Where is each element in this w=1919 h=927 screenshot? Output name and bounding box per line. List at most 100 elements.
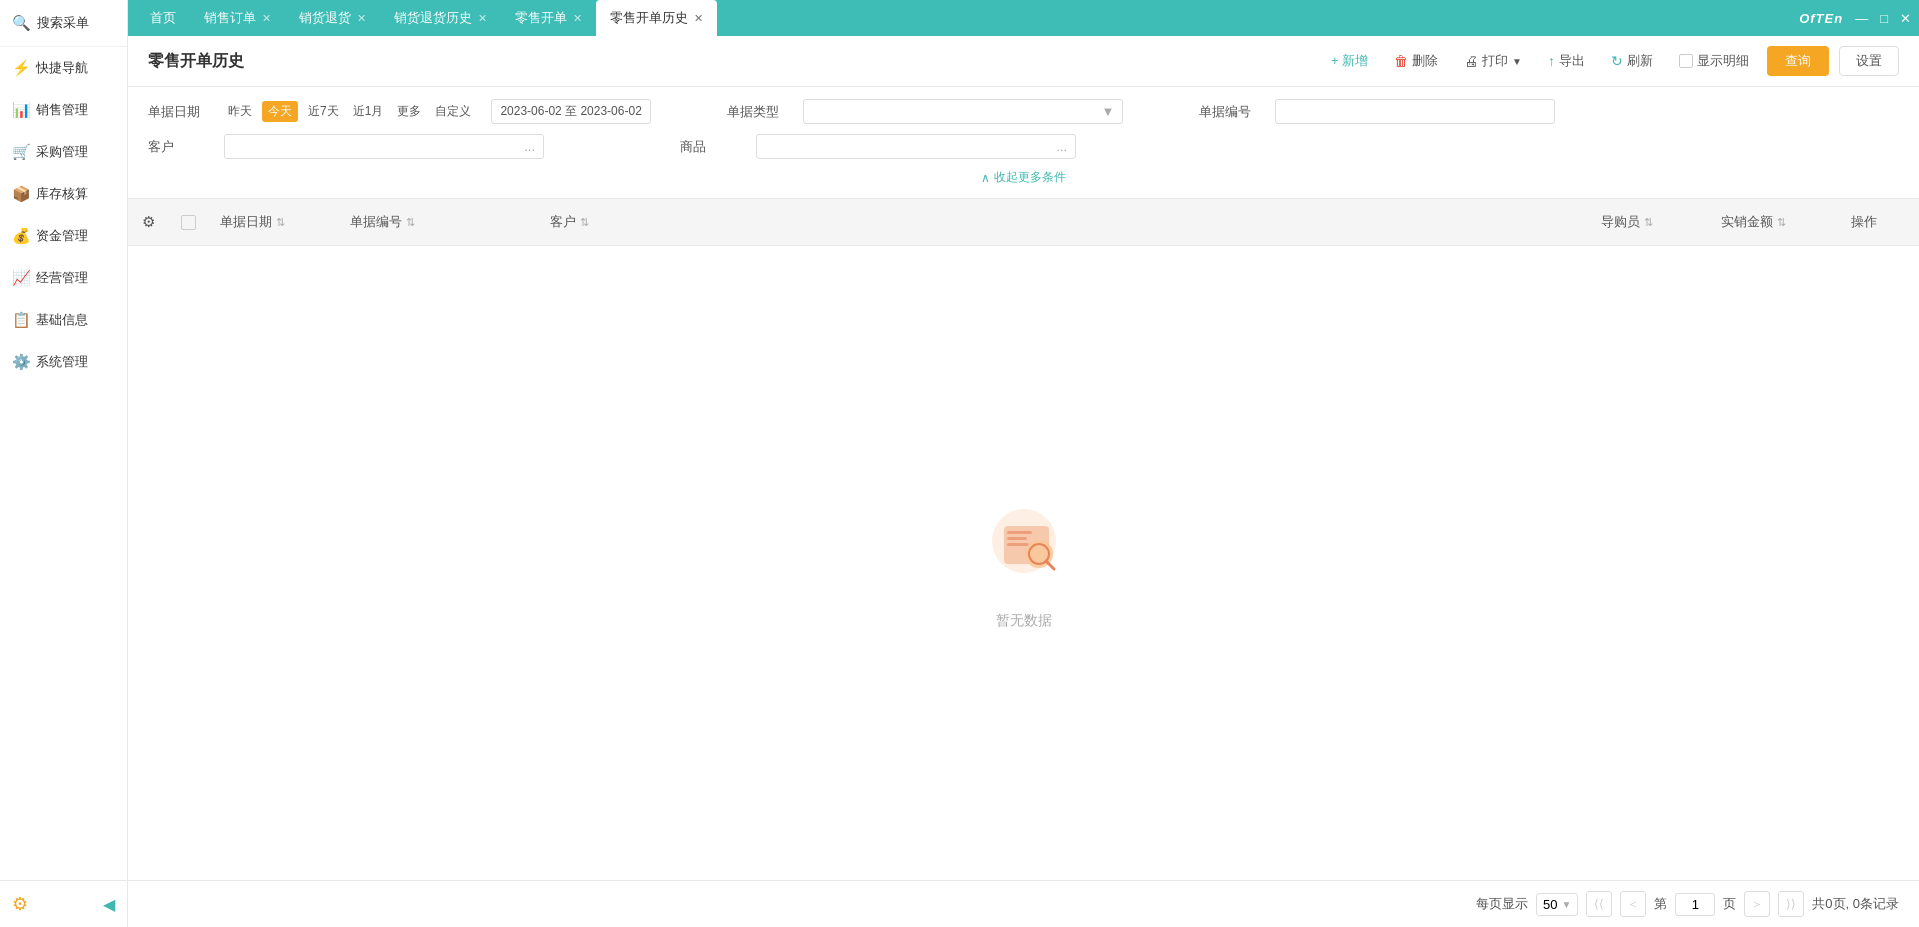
tab-retail-open[interactable]: 零售开单 ✕ (501, 0, 596, 36)
customer-dots[interactable]: ... (524, 139, 535, 154)
setting-button[interactable]: 设置 (1839, 46, 1899, 76)
th-action: 操作 (1839, 207, 1919, 237)
tab-retail-history-close[interactable]: ✕ (694, 12, 703, 25)
maximize-btn[interactable]: □ (1880, 11, 1888, 26)
system-icon: ⚙️ (12, 353, 30, 371)
th-amount-label: 实销金额 (1721, 213, 1773, 231)
display-detail-btn[interactable]: 显示明细 (1671, 48, 1757, 74)
th-amount[interactable]: 实销金额 ⇅ (1709, 207, 1839, 237)
date-label: 单据日期 (148, 103, 208, 121)
tab-sales-return[interactable]: 销货退货 ✕ (285, 0, 380, 36)
collapse-filter-btn[interactable]: ∧ 收起更多条件 (148, 169, 1899, 186)
page-label: 第 (1654, 895, 1667, 913)
tab-sales-order-close[interactable]: ✕ (262, 12, 271, 25)
top-nav: 首页 销售订单 ✕ 销货退货 ✕ 销货退货历史 ✕ 零售开单 ✕ 零售开单历史 … (128, 0, 1919, 36)
query-button[interactable]: 查询 (1767, 46, 1829, 76)
display-label: 显示明细 (1697, 52, 1749, 70)
page-size-select[interactable]: 50 ▼ (1536, 893, 1578, 916)
sidebar-item-system[interactable]: ⚙️ 系统管理 (0, 341, 127, 383)
search-icon: 🔍 (12, 14, 31, 32)
export-label: 导出 (1559, 52, 1585, 70)
shortcut-more[interactable]: 更多 (393, 101, 425, 122)
page-prev-btn[interactable]: ＜ (1620, 891, 1646, 917)
sidebar-item-basic[interactable]: 📋 基础信息 (0, 299, 127, 341)
goods-dots[interactable]: ... (1056, 139, 1067, 154)
th-num[interactable]: 单据编号 ⇅ (338, 207, 538, 237)
th-date-label: 单据日期 (220, 213, 272, 231)
sidebar-item-purchase[interactable]: 🛒 采购管理 (0, 131, 127, 173)
sidebar-item-finance[interactable]: 💰 资金管理 (0, 215, 127, 257)
tab-retail-history[interactable]: 零售开单历史 ✕ (596, 0, 717, 36)
customer-input[interactable]: ... (224, 134, 544, 159)
empty-text: 暂无数据 (996, 612, 1052, 630)
sidebar-item-label: 快捷导航 (36, 59, 88, 77)
tab-sales-return-history[interactable]: 销货退货历史 ✕ (380, 0, 501, 36)
per-page-value: 50 (1543, 897, 1557, 912)
goods-input[interactable]: ... (756, 134, 1076, 159)
th-guide[interactable]: 导购员 ⇅ (1589, 207, 1709, 237)
close-window-btn[interactable]: ✕ (1900, 11, 1911, 26)
column-settings-icon[interactable]: ⚙ (142, 213, 155, 231)
export-button[interactable]: ↑ 导出 (1540, 48, 1593, 74)
page-input[interactable] (1675, 893, 1715, 916)
sidebar-bottom: ⚙ ◀ (0, 880, 127, 927)
sidebar-item-operations[interactable]: 📈 经营管理 (0, 257, 127, 299)
date-shortcuts: 昨天 今天 近7天 近1月 更多 自定义 (224, 101, 475, 122)
display-checkbox[interactable] (1679, 54, 1693, 68)
shortcut-7days[interactable]: 近7天 (304, 101, 343, 122)
delete-button[interactable]: 🗑 删除 (1386, 48, 1446, 74)
refresh-button[interactable]: ↻ 刷新 (1603, 48, 1661, 74)
page-next-btn[interactable]: ＞ (1744, 891, 1770, 917)
tab-retail-open-close[interactable]: ✕ (573, 12, 582, 25)
print-dropdown-icon[interactable]: ▼ (1512, 56, 1522, 67)
per-page-dropdown-icon: ▼ (1561, 899, 1571, 910)
main-area: 首页 销售订单 ✕ 销货退货 ✕ 销货退货历史 ✕ 零售开单 ✕ 零售开单历史 … (128, 0, 1919, 927)
per-page-label: 每页显示 (1476, 895, 1528, 913)
date-range-input[interactable]: 2023-06-02 至 2023-06-02 (491, 99, 651, 124)
th-date[interactable]: 单据日期 ⇅ (208, 207, 338, 237)
sidebar-search[interactable]: 🔍 搜索采单 (0, 0, 127, 47)
shortcut-yesterday[interactable]: 昨天 (224, 101, 256, 122)
tab-sales-return-label: 销货退货 (299, 9, 351, 27)
settings-gear-icon[interactable]: ⚙ (12, 893, 28, 915)
sales-icon: 📊 (12, 101, 30, 119)
doc-num-input[interactable] (1275, 99, 1555, 124)
tab-home-label: 首页 (150, 9, 176, 27)
tab-retail-history-label: 零售开单历史 (610, 9, 688, 27)
delete-label: 删除 (1412, 52, 1438, 70)
page-first-btn[interactable]: ⟨⟨ (1586, 891, 1612, 917)
th-checkbox[interactable] (168, 209, 208, 236)
add-button[interactable]: + 新增 (1323, 48, 1376, 74)
page-content: 零售开单历史 + 新增 🗑 删除 🖨 打印 ▼ ↑ 导出 (128, 36, 1919, 927)
tab-sales-return-history-close[interactable]: ✕ (478, 12, 487, 25)
tab-sales-order[interactable]: 销售订单 ✕ (190, 0, 285, 36)
sidebar-item-label: 库存核算 (36, 185, 88, 203)
operations-icon: 📈 (12, 269, 30, 287)
top-nav-right: OfTEn — □ ✕ (1799, 11, 1911, 26)
sort-num-icon: ⇅ (406, 216, 415, 229)
sidebar-collapse-icon[interactable]: ◀ (103, 895, 115, 914)
tab-home[interactable]: 首页 (136, 0, 190, 36)
th-customer-label: 客户 (550, 213, 576, 231)
th-guide-label: 导购员 (1601, 213, 1640, 231)
sidebar-item-quick-nav[interactable]: ⚡ 快捷导航 (0, 47, 127, 89)
th-customer[interactable]: 客户 ⇅ (538, 207, 1589, 237)
date-range-value: 2023-06-02 至 2023-06-02 (500, 104, 641, 118)
sidebar-item-inventory[interactable]: 📦 库存核算 (0, 173, 127, 215)
print-button[interactable]: 🖨 打印 ▼ (1456, 48, 1530, 74)
header-checkbox[interactable] (181, 215, 196, 230)
sidebar-item-sales[interactable]: 📊 销售管理 (0, 89, 127, 131)
minimize-btn[interactable]: — (1855, 11, 1868, 26)
th-settings[interactable]: ⚙ (128, 207, 168, 237)
sidebar-item-label: 系统管理 (36, 353, 88, 371)
shortcut-1month[interactable]: 近1月 (349, 101, 388, 122)
shortcut-today[interactable]: 今天 (262, 101, 298, 122)
doc-type-select[interactable]: ▼ (803, 99, 1123, 124)
empty-icon (974, 496, 1074, 596)
th-action-label: 操作 (1851, 213, 1877, 231)
tab-sales-return-close[interactable]: ✕ (357, 12, 366, 25)
quick-nav-icon: ⚡ (12, 59, 30, 77)
table-area: ⚙ 单据日期 ⇅ 单据编号 ⇅ 客户 ⇅ 导购员 (128, 199, 1919, 880)
shortcut-custom[interactable]: 自定义 (431, 101, 475, 122)
page-last-btn[interactable]: ⟩⟩ (1778, 891, 1804, 917)
